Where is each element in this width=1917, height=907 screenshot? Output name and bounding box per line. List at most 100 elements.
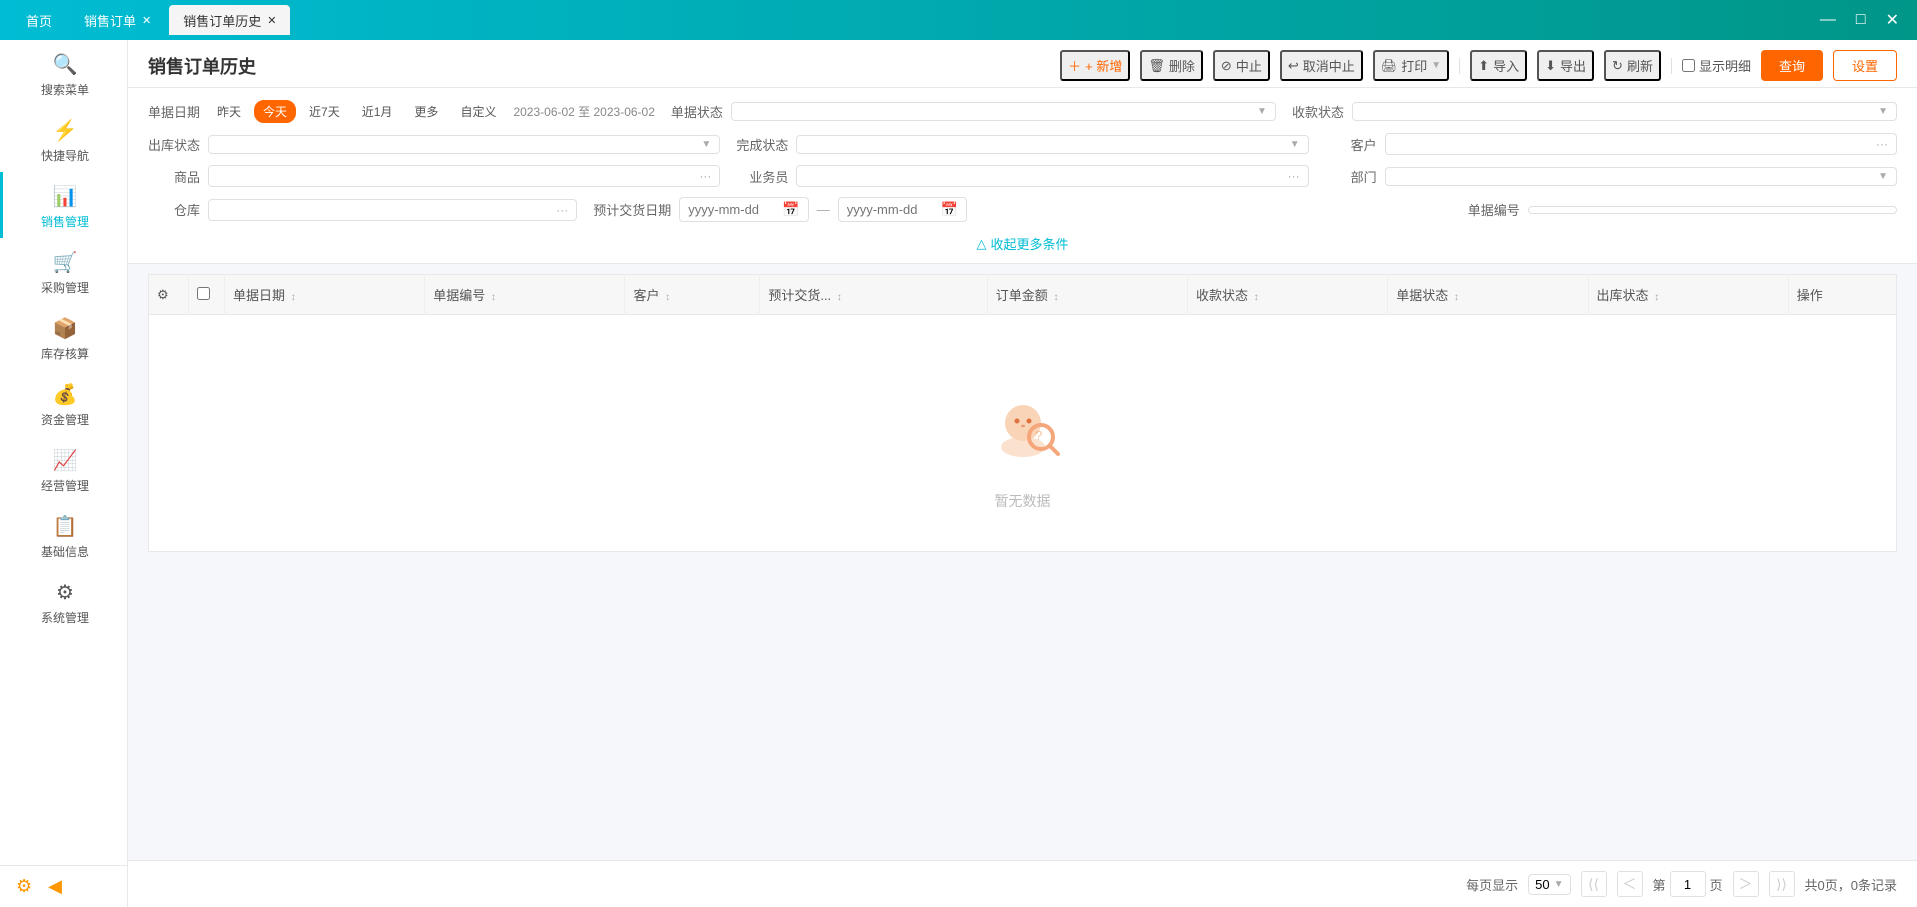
- receipt-status-select[interactable]: ▼: [1352, 102, 1897, 121]
- complete-status-select[interactable]: ▼: [796, 135, 1308, 154]
- select-all-checkbox[interactable]: [197, 287, 210, 300]
- tab-sales-order-close[interactable]: ✕: [142, 14, 151, 27]
- dept-select[interactable]: ▼: [1385, 167, 1897, 186]
- settings-button[interactable]: 设置: [1833, 50, 1897, 81]
- bill-status-select[interactable]: ▼: [731, 102, 1276, 121]
- date-btn-1month[interactable]: 近1月: [353, 100, 402, 123]
- first-page-button[interactable]: ⟨⟨: [1581, 871, 1607, 897]
- page-suffix: 页: [1710, 875, 1723, 894]
- sidebar-item-sales-mgmt[interactable]: 📊 销售管理: [0, 172, 127, 238]
- goods-input[interactable]: ···: [208, 165, 720, 187]
- th-out-status[interactable]: 出库状态 ↕: [1588, 275, 1788, 315]
- next-page-button[interactable]: ＞: [1733, 871, 1759, 897]
- sidebar-item-inventory[interactable]: 📦 库存核算: [0, 304, 127, 370]
- filter-row-1: 单据日期 昨天 今天 近7天 近1月 更多 自定义 2023-06-02 至 2…: [148, 100, 1897, 123]
- th-customer-label: 客户: [633, 288, 659, 303]
- bill-number-label: 单据编号: [1468, 200, 1520, 219]
- capital-icon: 💰: [53, 382, 78, 407]
- th-receipt-status[interactable]: 收款状态 ↕: [1188, 275, 1388, 315]
- th-bill-status-sort-icon: ↕: [1454, 292, 1459, 303]
- th-date[interactable]: 单据日期 ↕: [225, 275, 425, 315]
- warehouse-input[interactable]: ···: [208, 199, 577, 221]
- page-number-input[interactable]: [1670, 871, 1706, 897]
- th-bill-status[interactable]: 单据状态 ↕: [1388, 275, 1588, 315]
- toolbar-divider-2: [1671, 58, 1672, 74]
- expected-date-end-field[interactable]: [847, 202, 937, 217]
- show-detail-checkbox[interactable]: [1682, 59, 1695, 72]
- new-button[interactable]: ＋ + 新增: [1060, 50, 1130, 81]
- show-detail-checkbox-label[interactable]: 显示明细: [1682, 56, 1751, 75]
- quick-nav-icon: ⚡: [53, 118, 78, 143]
- tab-sales-order[interactable]: 销售订单 ✕: [70, 5, 165, 35]
- th-customer[interactable]: 客户 ↕: [625, 275, 760, 315]
- sidebar-item-operations[interactable]: 📈 经营管理: [0, 436, 127, 502]
- purchase-mgmt-icon: 🛒: [53, 250, 78, 275]
- date-btn-today[interactable]: 今天: [254, 100, 296, 123]
- goods-dots-icon[interactable]: ···: [699, 169, 711, 183]
- page-prefix: 第: [1653, 875, 1666, 894]
- th-amount[interactable]: 订单金额 ↕: [987, 275, 1187, 315]
- date-btn-more[interactable]: 更多: [405, 100, 447, 123]
- date-btn-yesterday[interactable]: 昨天: [208, 100, 250, 123]
- filter-row-4: 仓库 ··· 预计交货日期 📅 — 📅: [148, 197, 1897, 222]
- date-btn-7days[interactable]: 近7天: [300, 100, 349, 123]
- out-status-label: 出库状态: [148, 135, 200, 154]
- per-page-select[interactable]: 50 ▼: [1528, 874, 1570, 895]
- expected-date-label: 预计交货日期: [593, 200, 671, 219]
- customer-dots-icon[interactable]: ···: [1876, 137, 1888, 151]
- salesperson-dots-icon[interactable]: ···: [1288, 169, 1300, 183]
- sidebar-item-purchase-mgmt[interactable]: 🛒 采购管理: [0, 238, 127, 304]
- cancel-stop-button[interactable]: ↩ 取消中止: [1280, 50, 1363, 81]
- sidebar-item-quick-nav[interactable]: ⚡ 快捷导航: [0, 106, 127, 172]
- export-button[interactable]: ⬇ 导出: [1537, 50, 1594, 81]
- import-label: 导入: [1493, 56, 1519, 75]
- tab-sales-order-history[interactable]: 销售订单历史 ✕: [169, 5, 290, 35]
- maximize-button[interactable]: □: [1850, 9, 1872, 31]
- tab-sales-order-history-close[interactable]: ✕: [267, 14, 276, 27]
- refresh-button[interactable]: ↻ 刷新: [1604, 50, 1661, 81]
- tab-home[interactable]: 首页: [12, 5, 66, 35]
- salesperson-input[interactable]: ···: [796, 165, 1308, 187]
- inventory-icon: 📦: [53, 316, 78, 341]
- print-button[interactable]: 🖨 打印 ▼: [1373, 50, 1449, 81]
- settings-column-icon[interactable]: ⚙: [157, 287, 169, 302]
- expected-date-start-input[interactable]: 📅: [679, 197, 808, 222]
- sidebar-settings-button[interactable]: ⚙: [16, 876, 32, 897]
- basic-info-icon: 📋: [53, 514, 78, 539]
- sidebar-collapse-button[interactable]: ◀: [48, 876, 62, 897]
- new-icon: ＋: [1068, 56, 1081, 75]
- date-btn-custom[interactable]: 自定义: [451, 100, 505, 123]
- tab-home-label: 首页: [26, 11, 52, 30]
- th-settings[interactable]: ⚙: [149, 275, 189, 315]
- per-page-label: 每页显示: [1466, 875, 1518, 894]
- minimize-button[interactable]: —: [1814, 9, 1842, 31]
- search-button[interactable]: 查询: [1761, 50, 1823, 81]
- th-expected-date[interactable]: 预计交货... ↕: [760, 275, 987, 315]
- warehouse-dots-icon[interactable]: ···: [556, 203, 568, 217]
- export-icon: ⬇: [1545, 58, 1556, 74]
- import-button[interactable]: ⬆ 导入: [1470, 50, 1527, 81]
- th-bill-status-label: 单据状态: [1396, 288, 1448, 303]
- sidebar-item-basic-info[interactable]: 📋 基础信息: [0, 502, 127, 568]
- expected-date-start-field[interactable]: [688, 202, 778, 217]
- th-number[interactable]: 单据编号 ↕: [425, 275, 625, 315]
- empty-state-row: ? 暂无数据: [149, 315, 1897, 552]
- delete-button[interactable]: 🗑 删除: [1140, 50, 1203, 81]
- stop-button[interactable]: ⊘ 中止: [1213, 50, 1270, 81]
- date-range-text: 2023-06-02 至 2023-06-02: [513, 103, 654, 120]
- delete-icon: 🗑: [1148, 58, 1165, 74]
- sidebar-item-capital[interactable]: 💰 资金管理: [0, 370, 127, 436]
- customer-input[interactable]: ···: [1385, 133, 1897, 155]
- th-check[interactable]: [189, 275, 225, 315]
- expected-date-end-input[interactable]: 📅: [838, 197, 967, 222]
- close-button[interactable]: ✕: [1880, 8, 1905, 32]
- refresh-label: 刷新: [1627, 56, 1653, 75]
- sidebar-item-sys-mgmt[interactable]: ⚙ 系统管理: [0, 568, 127, 634]
- bill-status-arrow-icon: ▼: [1257, 106, 1267, 117]
- bill-number-input[interactable]: [1528, 206, 1897, 214]
- sidebar-item-search-menu[interactable]: 🔍 搜索菜单: [0, 40, 127, 106]
- out-status-select[interactable]: ▼: [208, 135, 720, 154]
- prev-page-button[interactable]: ＜: [1617, 871, 1643, 897]
- collapse-filter-row[interactable]: △ 收起更多条件: [148, 232, 1897, 257]
- last-page-button[interactable]: ⟩⟩: [1769, 871, 1795, 897]
